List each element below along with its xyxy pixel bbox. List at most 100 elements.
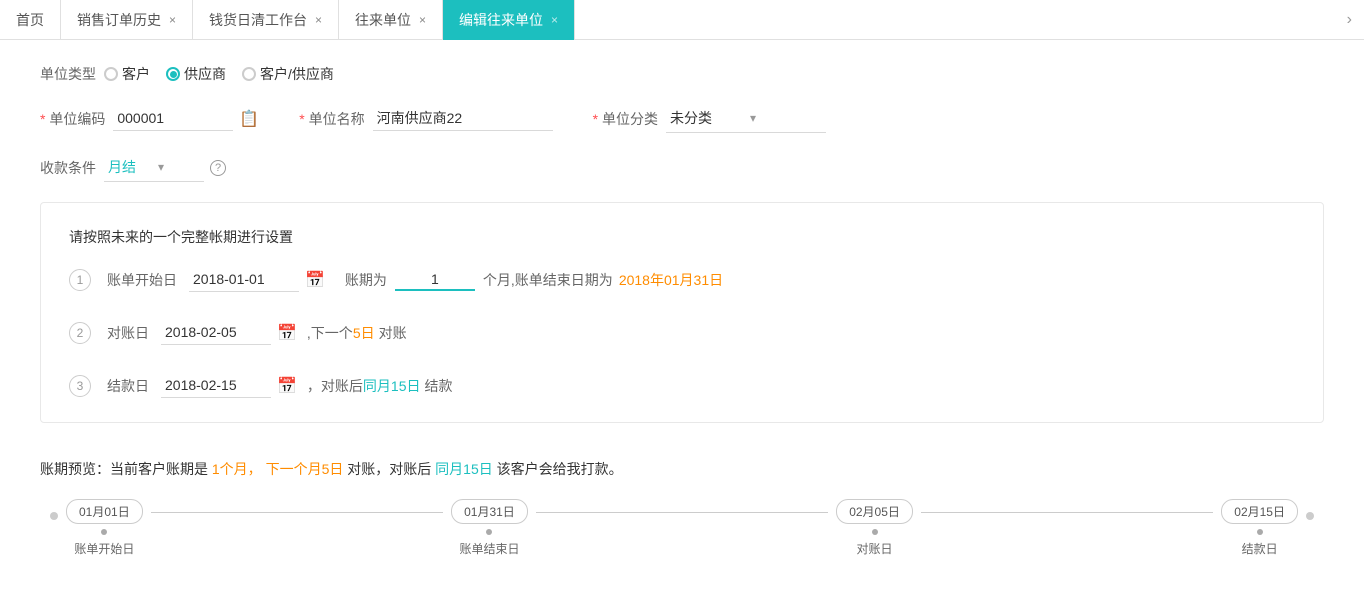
unit-name-group: 单位名称 (299, 106, 552, 131)
section-title: 请按照未来的一个完整帐期进行设置 (69, 227, 1295, 247)
tl-point-2: 01月31日 账单结束日 (443, 499, 536, 557)
tab-more-arrow[interactable]: › (1335, 11, 1364, 29)
unit-type-row: 单位类型 客户 供应商 客户/供应商 (40, 64, 1324, 84)
tab-bar: 首页 销售订单历史 × 钱货日清工作台 × 往来单位 × 编辑往来单位 × › (0, 0, 1364, 40)
tab-close-cashier[interactable]: × (315, 13, 322, 27)
step-2-row: 2 对账日 📅 ,下一个 5日 对账 (69, 320, 1295, 345)
preview-label: 账期预览：当前客户账期是 (40, 461, 208, 477)
tl-dot-1 (101, 529, 107, 535)
unit-category-group: 单位分类 未分类 ▾ (593, 104, 826, 133)
unit-category-arrow: ▾ (750, 111, 822, 125)
tl-right-cap (1306, 499, 1314, 520)
payment-condition-row: 收款条件 月结 ▾ ? (40, 153, 1324, 182)
radio-circle-supplier (166, 67, 180, 81)
tl-dot-3 (872, 529, 878, 535)
tl-pill-1: 01月01日 (66, 499, 143, 524)
tab-home[interactable]: 首页 (0, 0, 61, 40)
preview-text: 账期预览：当前客户账期是 1个月， 下一个月5日 对账，对账后 同月15日 该客… (40, 443, 1324, 499)
preview-reconcile: 下一个月5日 (266, 461, 344, 477)
step-1-date-wrapper: 📅 (189, 267, 325, 292)
step-1-label: 账单开始日 (107, 270, 177, 290)
tl-label-2: 账单结束日 (459, 540, 519, 557)
tl-label-4: 结款日 (1242, 540, 1278, 557)
unit-type-label: 单位类型 (40, 64, 96, 84)
step-3-date-input[interactable] (161, 373, 271, 398)
step-2-pre: ,下一个 (307, 323, 353, 343)
step-1-period-label: 账期为 (345, 270, 387, 290)
tl-label-3: 对账日 (857, 540, 893, 557)
tab-edit-contact[interactable]: 编辑往来单位 × (443, 0, 575, 40)
payment-condition-group: 收款条件 月结 ▾ ? (40, 153, 226, 182)
tl-pill-4: 02月15日 (1221, 499, 1298, 524)
unit-code-group: 单位编码 📋 (40, 106, 259, 131)
main-content: 单位类型 客户 供应商 客户/供应商 单位编码 (0, 40, 1364, 608)
step-3-date-wrapper: 📅 (161, 373, 297, 398)
unit-category-select[interactable]: 未分类 ▾ (666, 104, 826, 133)
step-1-period-input[interactable] (395, 269, 475, 291)
tl-left-cap (50, 499, 58, 520)
preview-reconcile-post: 对账，对账后 (347, 461, 431, 477)
step-1-period-end: 2018年01月31日 (619, 270, 723, 290)
step-2-label: 对账日 (107, 323, 149, 343)
unit-code-input[interactable] (113, 106, 233, 131)
step-3-row: 3 结款日 📅 ，对账后 同月15日 结款 (69, 373, 1295, 398)
step-1-calendar-icon[interactable]: 📅 (305, 270, 325, 290)
tl-point-4: 02月15日 结款日 (1213, 499, 1306, 557)
step-1-period-suffix: 个月,账单结束日期为 (483, 270, 613, 290)
radio-label-both: 客户/供应商 (260, 64, 334, 84)
radio-customer[interactable]: 客户 (104, 64, 150, 84)
tl-points: 01月01日 账单开始日 01月31日 账单结束日 02月05日 (58, 499, 1306, 557)
radio-supplier[interactable]: 供应商 (166, 64, 226, 84)
step-2-calendar-icon[interactable]: 📅 (277, 323, 297, 343)
timeline: 01月01日 账单开始日 01月31日 账单结束日 02月05日 (40, 499, 1324, 557)
step-3-highlight: 同月15日 (363, 376, 421, 396)
step-2-highlight: 5日 (353, 323, 375, 343)
step-3-label: 结款日 (107, 376, 149, 396)
radio-circle-customer (104, 67, 118, 81)
unit-code-icon[interactable]: 📋 (239, 109, 259, 129)
tab-cashier[interactable]: 钱货日清工作台 × (193, 0, 339, 40)
unit-category-label: 单位分类 (593, 109, 658, 129)
code-name-category-row: 单位编码 📋 单位名称 单位分类 未分类 ▾ (40, 104, 1324, 133)
help-icon[interactable]: ? (210, 160, 226, 176)
tl-point-1: 01月01日 账单开始日 (58, 499, 151, 557)
radio-label-customer: 客户 (122, 64, 150, 84)
unit-type-group: 单位类型 客户 供应商 客户/供应商 (40, 64, 334, 84)
step-3-calendar-icon[interactable]: 📅 (277, 376, 297, 396)
tl-label-1: 账单开始日 (74, 540, 134, 557)
tl-dot-left (50, 512, 58, 520)
unit-name-label: 单位名称 (299, 109, 364, 129)
step-2-post: 对账 (379, 323, 407, 343)
radio-both[interactable]: 客户/供应商 (242, 64, 334, 84)
tl-pill-3: 02月05日 (836, 499, 913, 524)
step-3-pre: ，对账后 (307, 376, 363, 396)
tl-inner: 01月01日 账单开始日 01月31日 账单结束日 02月05日 (58, 499, 1306, 557)
radio-label-supplier: 供应商 (184, 64, 226, 84)
tab-sales-history[interactable]: 销售订单历史 × (61, 0, 193, 40)
tl-point-3: 02月05日 对账日 (828, 499, 921, 557)
step-2-date-input[interactable] (161, 320, 271, 345)
tab-contacts[interactable]: 往来单位 × (339, 0, 443, 40)
unit-category-value: 未分类 (670, 108, 742, 128)
period-settings-section: 请按照未来的一个完整帐期进行设置 1 账单开始日 📅 账期为 个月,账单结束日期… (40, 202, 1324, 423)
preview-period: 1个月， (212, 461, 262, 477)
tl-pill-2: 01月31日 (451, 499, 528, 524)
unit-code-label: 单位编码 (40, 109, 105, 129)
unit-name-input[interactable] (373, 106, 553, 131)
step-2-date-wrapper: 📅 (161, 320, 297, 345)
preview-payment-post: 该客户会给我打款。 (497, 461, 623, 477)
tab-close-contacts[interactable]: × (419, 13, 426, 27)
radio-circle-both (242, 67, 256, 81)
payment-condition-value: 月结 (108, 157, 150, 177)
tl-dot-4 (1257, 529, 1263, 535)
payment-condition-label: 收款条件 (40, 158, 96, 178)
tab-close-sales[interactable]: × (169, 13, 176, 27)
payment-condition-select[interactable]: 月结 ▾ (104, 153, 204, 182)
step-3-num: 3 (69, 375, 91, 397)
preview-payment: 同月15日 (435, 461, 493, 477)
radio-group: 客户 供应商 客户/供应商 (104, 64, 334, 84)
step-1-num: 1 (69, 269, 91, 291)
payment-condition-arrow: ▾ (158, 160, 200, 174)
step-1-date-input[interactable] (189, 267, 299, 292)
tab-close-edit-contact[interactable]: × (551, 13, 558, 27)
